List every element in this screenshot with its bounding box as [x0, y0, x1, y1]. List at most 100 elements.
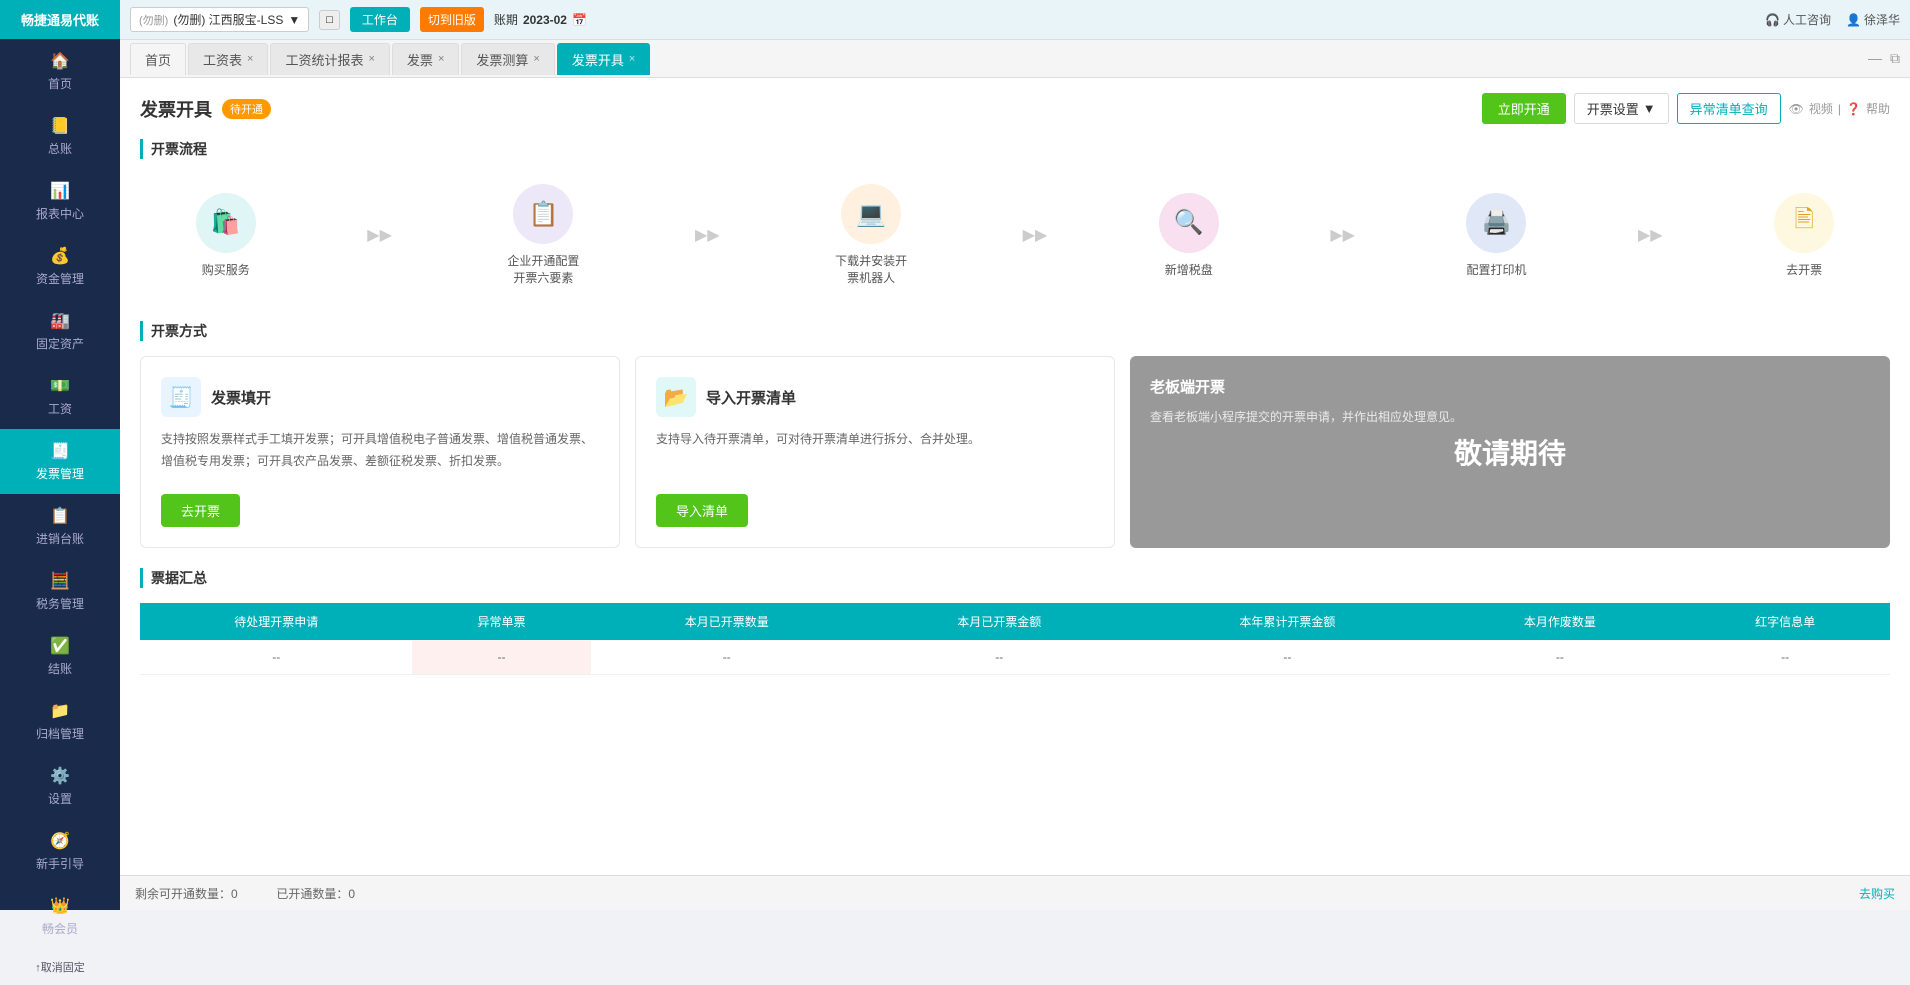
member-icon: 👑: [50, 896, 70, 916]
old-card-title: 老板端开票: [1150, 376, 1870, 397]
abnormal-query-button[interactable]: 异常清单查询: [1677, 93, 1781, 124]
remaining-label: 剩余可开通数量：0: [135, 887, 238, 901]
tab-invoice-calc-close[interactable]: ×: [533, 53, 539, 65]
import-invoice-desc: 支持导入待开票清单，可对待开票清单进行拆分、合并处理。: [656, 429, 1094, 479]
old-invoice-card: 老板端开票 查看老板端小程序提交的开票申请，并作出相应处理意见。 敬请期待: [1130, 356, 1890, 548]
content-area: 发票开具 待开通 立即开通 开票设置 ▼ 异常清单查询 👁 视频 | ❓ 帮助: [120, 78, 1910, 875]
sidebar-item-settings[interactable]: ⚙️ 设置: [0, 754, 120, 819]
old-card-desc: 查看老板端小程序提交的开票申请，并作出相应处理意见。: [1150, 407, 1870, 429]
sidebar-item-guide[interactable]: 🧭 新手引导: [0, 819, 120, 884]
import-invoice-button[interactable]: 导入清单: [656, 494, 748, 527]
reports-icon: 📊: [50, 181, 70, 201]
summary-table: 待处理开票申请 异常单票 本月已开票数量 本月已开票金额 本年累计开票金额 本月…: [140, 603, 1890, 675]
pin-toggle[interactable]: ↑取消固定: [0, 949, 120, 985]
val-red: --: [1680, 640, 1890, 675]
tab-invoice-issue-close[interactable]: ×: [629, 53, 635, 65]
buy-service-label: 购买服务: [202, 261, 250, 278]
process-step-issue[interactable]: 🖹 去开票: [1774, 193, 1834, 278]
sidebar-item-tax-label: 税务管理: [36, 595, 84, 612]
arrow-1: ▶▶: [367, 225, 392, 245]
home-icon: 🏠: [50, 51, 70, 71]
col-abnormal: 异常单票: [412, 603, 590, 640]
sidebar-item-assets[interactable]: 🏭 固定资产: [0, 299, 120, 364]
settings-button[interactable]: 开票设置 ▼: [1574, 93, 1669, 124]
sidebar-item-ledger[interactable]: 📒 总账: [0, 104, 120, 169]
process-step-taxbox[interactable]: 🔍 新增税盘: [1159, 193, 1219, 278]
tax-icon: 🧮: [50, 571, 70, 591]
switch-version-button[interactable]: 切到旧版: [420, 7, 484, 32]
summary-section-title: 票据汇总: [140, 568, 1890, 588]
col-month-count: 本月已开票数量: [591, 603, 863, 640]
sidebar-item-funds-label: 资金管理: [36, 270, 84, 287]
tab-payroll-table[interactable]: 工资表 ×: [188, 43, 268, 75]
archive-icon: 📁: [50, 701, 70, 721]
invoice-icon: 🧾: [50, 441, 70, 461]
minimize-button[interactable]: —: [1868, 50, 1882, 67]
tab-invoice-calc-label: 发票测算: [476, 50, 528, 69]
val-abnormal: --: [412, 640, 590, 675]
tab-invoice-calc[interactable]: 发票测算 ×: [461, 43, 554, 75]
process-step-download[interactable]: 💻 下载并安装开票机器人: [831, 184, 911, 286]
sidebar-item-purchase[interactable]: 📋 进销台账: [0, 494, 120, 559]
fill-invoice-button[interactable]: 去开票: [161, 494, 240, 527]
taxbox-label: 新增税盘: [1165, 261, 1213, 278]
view-info: 👁 视频 | ❓ 帮助: [1789, 100, 1890, 117]
period-info: 账期 2023-02 📅: [494, 11, 587, 28]
sidebar-item-tax[interactable]: 🧮 税务管理: [0, 559, 120, 624]
sidebar-item-funds[interactable]: 💰 资金管理: [0, 234, 120, 299]
tab-invoice-issue[interactable]: 发票开具 ×: [557, 43, 650, 75]
tab-invoice[interactable]: 发票 ×: [392, 43, 459, 75]
purchase-icon: 📋: [50, 506, 70, 526]
sidebar-item-home-label: 首页: [48, 75, 72, 92]
tab-invoice-close[interactable]: ×: [438, 53, 444, 65]
page-title-area: 发票开具 待开通: [140, 96, 271, 122]
process-step-printer[interactable]: 🖨️ 配置打印机: [1466, 193, 1526, 278]
fill-invoice-desc: 支持按照发票样式手工填开发票；可开具增值税电子普通发票、增值税普通发票、增值税专…: [161, 429, 599, 479]
config-icon: 📋: [513, 184, 573, 244]
restore-button[interactable]: ⧉: [1890, 50, 1900, 67]
issue-label: 去开票: [1786, 261, 1822, 278]
sidebar-item-invoice-label: 发票管理: [36, 465, 84, 482]
funds-icon: 💰: [50, 246, 70, 266]
company-tag: (勿删): [139, 12, 168, 28]
footer-bar: 剩余可开通数量：0 已开通数量：0 去购买: [120, 875, 1910, 910]
process-flow: 🛍️ 购买服务 ▶▶ 📋 企业开通配置开票六要素 ▶▶ 💻 下载并安装开票机器人…: [140, 174, 1890, 296]
config-label: 企业开通配置开票六要素: [503, 252, 583, 286]
sidebar-item-payroll-label: 工资: [48, 400, 72, 417]
tab-home[interactable]: 首页: [130, 43, 186, 75]
calendar-icon[interactable]: 📅: [572, 13, 587, 27]
company-selector[interactable]: (勿删) (勿删) 江西服宝-LSS ▼: [130, 7, 309, 32]
workbench-button[interactable]: 工作台: [350, 7, 410, 32]
sidebar-item-home[interactable]: 🏠 首页: [0, 39, 120, 104]
sidebar-item-member[interactable]: 👑 畅会员: [0, 884, 120, 949]
import-invoice-card: 📂 导入开票清单 支持导入待开票清单，可对待开票清单进行拆分、合并处理。 导入清…: [635, 356, 1115, 548]
import-invoice-icon: 📂: [656, 377, 696, 417]
tab-payroll-report-close[interactable]: ×: [368, 53, 374, 65]
sidebar-item-invoice[interactable]: 🧾 发票管理: [0, 429, 120, 494]
sidebar-item-archive[interactable]: 📁 归档管理: [0, 689, 120, 754]
tab-home-label: 首页: [145, 50, 171, 69]
tab-payroll-report[interactable]: 工资统计报表 ×: [270, 43, 389, 75]
process-step-config[interactable]: 📋 企业开通配置开票六要素: [503, 184, 583, 286]
val-month-amount: --: [863, 640, 1135, 675]
sidebar-item-payroll[interactable]: 💵 工资: [0, 364, 120, 429]
process-step-buy[interactable]: 🛍️ 购买服务: [196, 193, 256, 278]
sidebar-item-reports[interactable]: 📊 报表中心: [0, 169, 120, 234]
sidebar-item-guide-label: 新手引导: [36, 855, 84, 872]
sidebar-item-settlement[interactable]: ✅ 结账: [0, 624, 120, 689]
fill-invoice-card: 🧾 发票填开 支持按照发票样式手工填开发票；可开具增值税电子普通发票、增值税普通…: [140, 356, 620, 548]
immediate-open-button[interactable]: 立即开通: [1482, 93, 1566, 124]
app-logo: 畅捷通易代账: [0, 0, 120, 39]
issue-icon: 🖹: [1774, 193, 1834, 253]
support-link[interactable]: 🎧 人工咨询: [1765, 11, 1831, 28]
window-controls: — ⧉: [1868, 50, 1900, 67]
buy-link[interactable]: 去购买: [1859, 885, 1895, 902]
val-month-count: --: [591, 640, 863, 675]
dropdown-icon: ▼: [288, 13, 300, 27]
topbar-left: (勿删) (勿删) 江西服宝-LSS ▼ □ 工作台 切到旧版 账期 2023-…: [130, 7, 587, 32]
copy-button[interactable]: □: [319, 10, 340, 30]
tab-payroll-table-close[interactable]: ×: [247, 53, 253, 65]
user-avatar[interactable]: 👤 徐泽华: [1846, 11, 1900, 28]
arrow-4: ▶▶: [1330, 225, 1355, 245]
col-year-amount: 本年累计开票金额: [1135, 603, 1439, 640]
